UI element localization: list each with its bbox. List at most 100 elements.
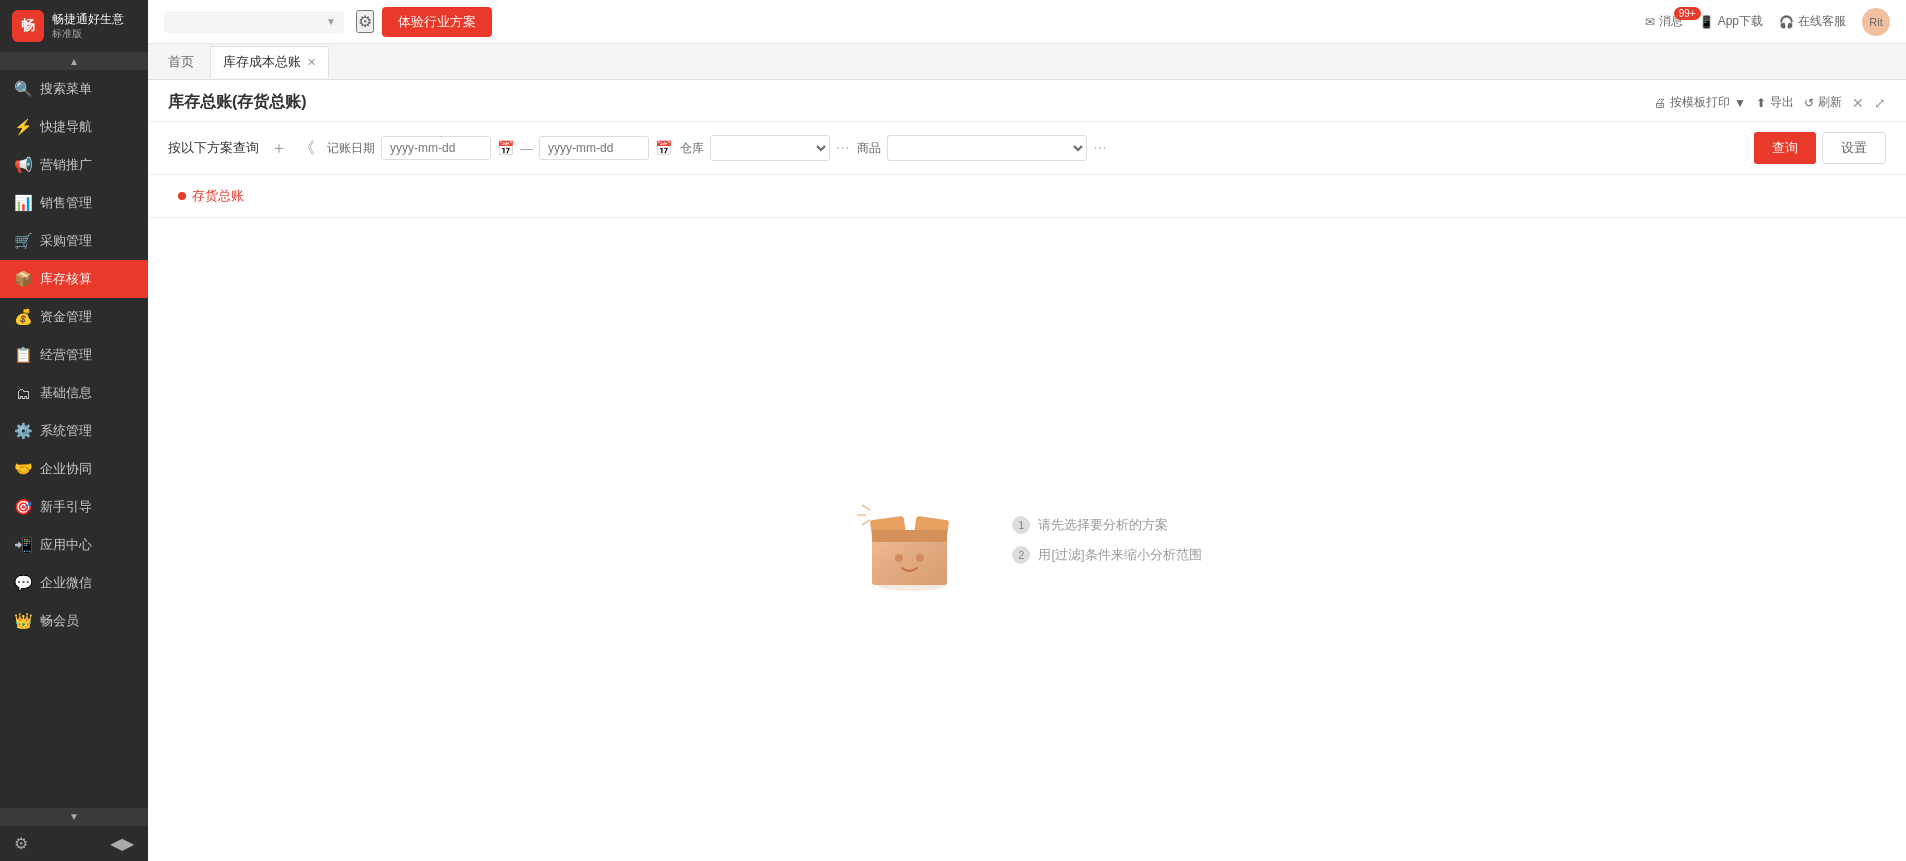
goods-more-btn[interactable]: ··· xyxy=(1093,139,1106,157)
sidebar-item-inventory[interactable]: 📦 库存核算 xyxy=(0,260,148,298)
goods-filter: 商品 ··· xyxy=(857,135,1106,161)
message-btn[interactable]: ✉ 消息 99+ xyxy=(1645,13,1683,30)
refresh-icon: ↺ xyxy=(1804,96,1814,110)
sidebar-item-enterprise[interactable]: 🤝 企业协同 xyxy=(0,450,148,488)
user-avatar[interactable]: Rit xyxy=(1862,8,1890,36)
tab-inventory-ledger[interactable]: 库存成本总账 ✕ xyxy=(210,46,329,78)
sidebar: 畅 畅捷通好生意 标准版 ▲ 🔍 搜索菜单 ⚡ 快捷导航 📢 营销推广 📊 销售… xyxy=(0,0,148,861)
sidebar-item-member[interactable]: 👑 畅会员 xyxy=(0,602,148,640)
sidebar-item-label: 应用中心 xyxy=(40,536,92,554)
close-panel-btn[interactable]: ✕ xyxy=(1852,95,1864,111)
sidebar-item-newbie[interactable]: 🎯 新手引导 xyxy=(0,488,148,526)
topbar-search-input[interactable] xyxy=(172,15,322,29)
print-template-btn[interactable]: 🖨 按模板打印 ▼ xyxy=(1654,94,1746,111)
expand-panel-btn[interactable]: ⤢ xyxy=(1874,95,1886,111)
chevron-down-icon[interactable]: ▼ xyxy=(326,16,336,27)
sidebar-item-system[interactable]: ⚙️ 系统管理 xyxy=(0,412,148,450)
add-filter-btn[interactable]: ＋ xyxy=(271,138,287,159)
flash-icon: ⚡ xyxy=(14,118,32,136)
date-start-input[interactable] xyxy=(381,136,491,160)
sidebar-item-label: 畅会员 xyxy=(40,612,79,630)
date-end-input[interactable] xyxy=(539,136,649,160)
topbar: ▼ ⚙ 体验行业方案 ✉ 消息 99+ 📱 App下载 🎧 在线客服 Rit xyxy=(148,0,1906,44)
sidebar-footer: ⚙ ◀▶ xyxy=(0,825,148,861)
sidebar-item-sales[interactable]: 📊 销售管理 xyxy=(0,184,148,222)
sidebar-item-label: 企业协同 xyxy=(40,460,92,478)
warehouse-select[interactable] xyxy=(710,135,830,161)
sidebar-scroll-up[interactable]: ▲ xyxy=(0,53,148,70)
appstore-icon: 📲 xyxy=(14,536,32,554)
logo-text: 畅捷通好生意 标准版 xyxy=(52,12,124,41)
gear-icon[interactable]: ⚙ xyxy=(356,10,374,33)
refresh-btn[interactable]: ↺ 刷新 xyxy=(1804,94,1842,111)
hint-text-2: 用[过滤]条件来缩小分析范围 xyxy=(1038,546,1201,564)
hint-text-1: 请先选择要分析的方案 xyxy=(1038,516,1168,534)
sidebar-item-label: 新手引导 xyxy=(40,498,92,516)
scheme-dot-icon xyxy=(178,192,186,200)
calendar-end-icon[interactable]: 📅 xyxy=(655,140,672,156)
box-svg-illustration xyxy=(852,480,972,600)
sidebar-item-label: 快捷导航 xyxy=(40,118,92,136)
goods-label: 商品 xyxy=(857,140,881,157)
app-download-btn[interactable]: 📱 App下载 xyxy=(1699,13,1763,30)
sidebar-item-label: 资金管理 xyxy=(40,308,92,326)
online-support-btn[interactable]: 🎧 在线客服 xyxy=(1779,13,1846,30)
printer-icon: 🖨 xyxy=(1654,96,1666,110)
hint-number-2: 2 xyxy=(1012,546,1030,564)
svg-line-8 xyxy=(862,505,870,510)
hint-item-1: 1 请先选择要分析的方案 xyxy=(1012,516,1201,534)
date-label: 记账日期 xyxy=(327,140,375,157)
industry-btn[interactable]: 体验行业方案 xyxy=(382,7,492,37)
goods-select[interactable] xyxy=(887,135,1087,161)
filter-row: 记账日期 📅 — 📅 仓库 ··· 商品 ··· xyxy=(327,135,1742,161)
warehouse-more-btn[interactable]: ··· xyxy=(836,139,849,157)
sidebar-item-label: 基础信息 xyxy=(40,384,92,402)
collapse-filter-btn[interactable]: 《 xyxy=(299,138,315,159)
finance-icon: 💰 xyxy=(14,308,32,326)
settings-footer-btn[interactable]: ⚙ xyxy=(14,834,28,853)
sidebar-nav: 🔍 搜索菜单 ⚡ 快捷导航 📢 营销推广 📊 销售管理 🛒 采购管理 📦 库存核… xyxy=(0,70,148,808)
inventory-icon: 📦 xyxy=(14,270,32,288)
sidebar-item-label: 营销推广 xyxy=(40,156,92,174)
topbar-search-area: ▼ xyxy=(164,11,344,33)
empty-state: 1 请先选择要分析的方案 2 用[过滤]条件来缩小分析范围 xyxy=(852,480,1201,600)
tabbar: 首页 库存成本总账 ✕ xyxy=(148,44,1906,80)
sidebar-collapse-btn[interactable]: ◀▶ xyxy=(110,834,134,853)
query-btn[interactable]: 查询 xyxy=(1754,132,1816,164)
warehouse-label: 仓库 xyxy=(680,140,704,157)
basic-icon: 🗂 xyxy=(14,385,32,402)
sidebar-item-appstore[interactable]: 📲 应用中心 xyxy=(0,526,148,564)
tab-home[interactable]: 首页 xyxy=(156,47,206,77)
message-icon: ✉ xyxy=(1645,15,1655,29)
enterprise-icon: 🤝 xyxy=(14,460,32,478)
sidebar-item-label: 系统管理 xyxy=(40,422,92,440)
sidebar-item-label: 库存核算 xyxy=(40,270,92,288)
sidebar-item-wechat[interactable]: 💬 企业微信 xyxy=(0,564,148,602)
sidebar-scroll-down[interactable]: ▼ xyxy=(0,808,148,825)
close-tab-icon[interactable]: ✕ xyxy=(307,56,316,69)
member-icon: 👑 xyxy=(14,612,32,630)
sidebar-item-label: 销售管理 xyxy=(40,194,92,212)
scheme-item-inventory[interactable]: 存货总账 xyxy=(168,183,254,209)
calendar-start-icon[interactable]: 📅 xyxy=(497,140,514,156)
sidebar-item-search[interactable]: 🔍 搜索菜单 xyxy=(0,70,148,108)
sidebar-item-purchase[interactable]: 🛒 采购管理 xyxy=(0,222,148,260)
settings-btn[interactable]: 设置 xyxy=(1822,132,1886,164)
chevron-down-icon: ▼ xyxy=(1734,96,1746,110)
svg-point-7 xyxy=(916,554,924,562)
sidebar-item-marketing[interactable]: 📢 营销推广 xyxy=(0,146,148,184)
page-title: 库存总账(存货总账) xyxy=(168,92,307,113)
tab-home-label: 首页 xyxy=(168,53,194,71)
wechat-icon: 💬 xyxy=(14,574,32,592)
sidebar-item-basic[interactable]: 🗂 基础信息 xyxy=(0,374,148,412)
sidebar-item-finance[interactable]: 💰 资金管理 xyxy=(0,298,148,336)
svg-point-6 xyxy=(895,554,903,562)
export-btn[interactable]: ⬆ 导出 xyxy=(1756,94,1794,111)
tab-inventory-ledger-label: 库存成本总账 xyxy=(223,53,301,71)
operation-icon: 📋 xyxy=(14,346,32,364)
content-area: 1 请先选择要分析的方案 2 用[过滤]条件来缩小分析范围 xyxy=(148,218,1906,861)
sidebar-item-shortcut[interactable]: ⚡ 快捷导航 xyxy=(0,108,148,146)
phone-icon: 📱 xyxy=(1699,15,1714,29)
filter-area: 按以下方案查询 ＋ 《 记账日期 📅 — 📅 仓库 ··· 商品 xyxy=(148,122,1906,175)
sidebar-item-operation[interactable]: 📋 经营管理 xyxy=(0,336,148,374)
